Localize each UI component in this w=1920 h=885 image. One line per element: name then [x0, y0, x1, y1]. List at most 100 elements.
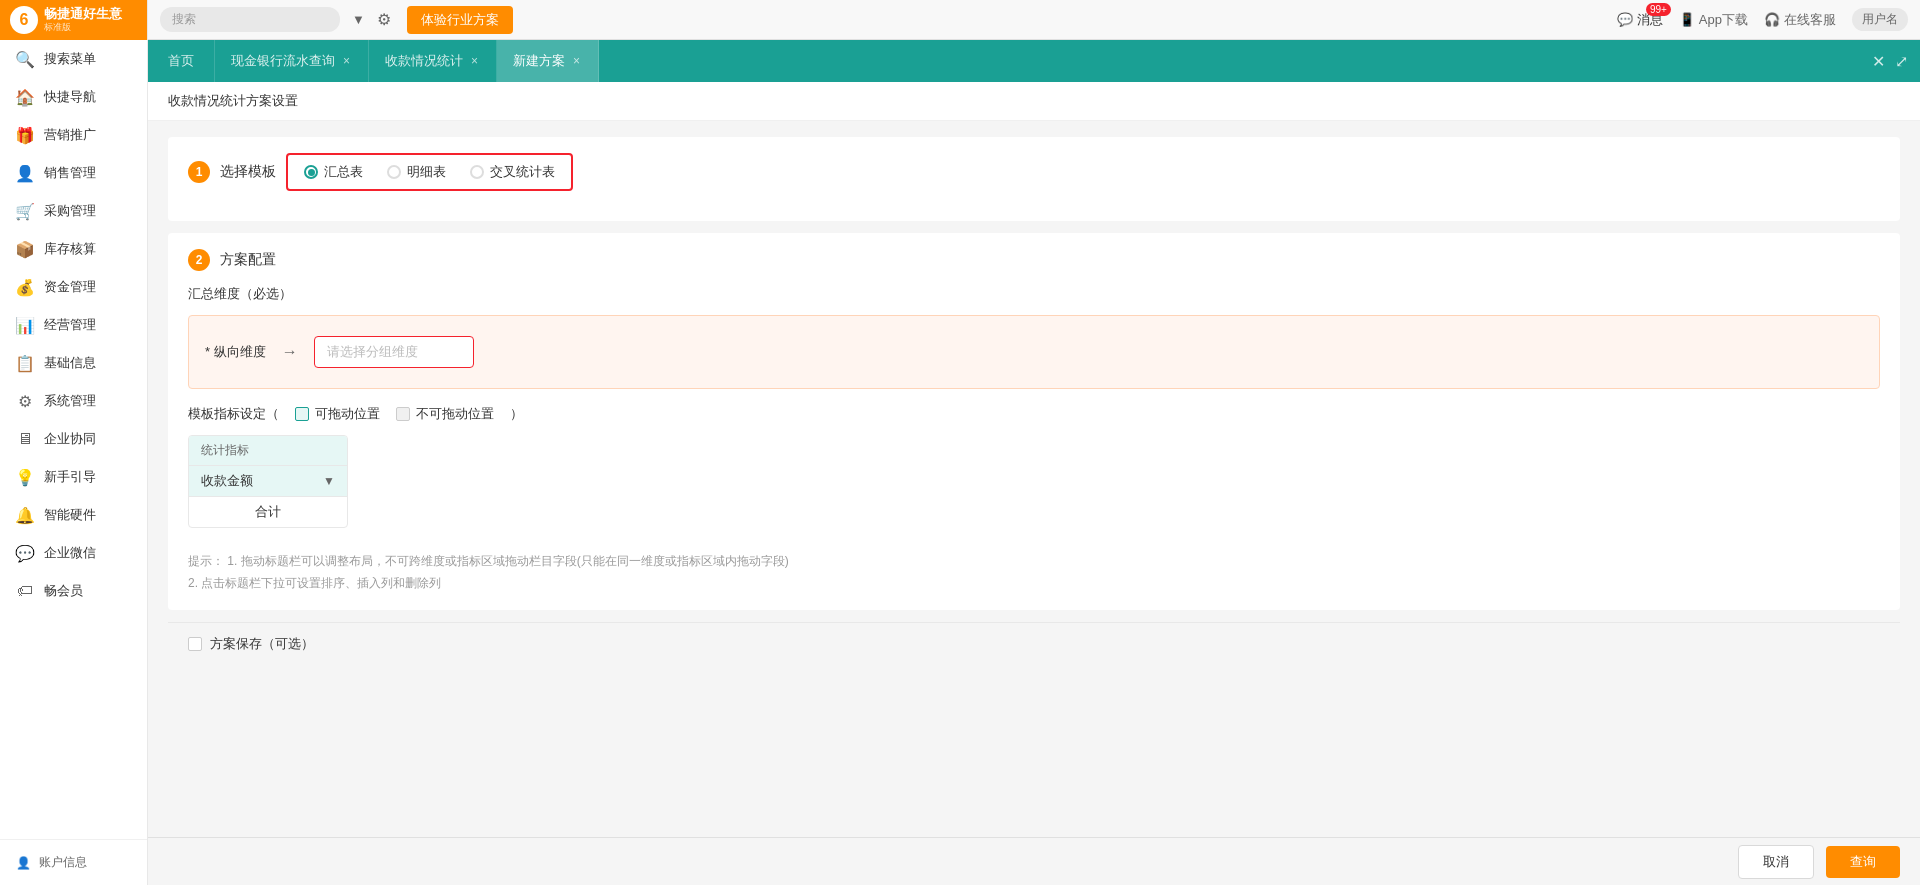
query-button[interactable]: 查询 [1826, 846, 1900, 878]
sidebar-logo: 6 畅捷通好生意 标准版 [0, 0, 147, 40]
tab-payment-stat[interactable]: 收款情况统计 × [369, 40, 497, 82]
dimension-label: 汇总维度（必选） [188, 285, 1880, 303]
sidebar-item-guide[interactable]: 💡 新手引导 [0, 458, 147, 496]
download-item[interactable]: 📱 App下载 [1679, 11, 1748, 29]
sidebar-item-label: 销售管理 [44, 164, 96, 182]
gift-icon: 🎁 [16, 126, 34, 144]
sidebar-footer: 👤 账户信息 [0, 839, 147, 885]
tip1: 1. 拖动标题栏可以调整布局，不可跨维度或指标区域拖动栏目字段(只能在同一维度或… [227, 554, 788, 568]
indicator-close: ） [510, 405, 523, 423]
sidebar-item-marketing[interactable]: 🎁 营销推广 [0, 116, 147, 154]
bell-icon: 🔔 [16, 506, 34, 524]
step2-title: 方案配置 [220, 251, 276, 269]
tab-new-plan[interactable]: 新建方案 × [497, 40, 599, 82]
sidebar-item-member[interactable]: 🏷 畅会员 [0, 572, 147, 610]
sidebar-item-purchase[interactable]: 🛒 采购管理 [0, 192, 147, 230]
sidebar-item-label: 企业协同 [44, 430, 96, 448]
step2-section: 2 方案配置 汇总维度（必选） * 纵向维度 → 请选择分组维度 模板指标设定（ [168, 233, 1900, 610]
tab-new-close-icon[interactable]: × [571, 52, 582, 70]
message-icon: 💬 [1617, 12, 1633, 27]
topbar-arrow-icon[interactable]: ▼ [352, 12, 365, 27]
legend-draggable-box [295, 407, 309, 421]
dimension-select[interactable]: 请选择分组维度 [314, 336, 474, 368]
tab-payment-label: 收款情况统计 [385, 52, 463, 70]
service-label: 在线客服 [1784, 11, 1836, 29]
content-area: 1 选择模板 汇总表 明细表 交叉统计表 [148, 121, 1920, 837]
legend-fixed: 不可拖动位置 [396, 405, 494, 423]
radio-detail-circle [387, 165, 401, 179]
legend-draggable: 可拖动位置 [295, 405, 380, 423]
step2-num: 2 [188, 249, 210, 271]
sidebar-footer-item[interactable]: 👤 账户信息 [0, 846, 147, 879]
sidebar-item-inventory[interactable]: 📦 库存核算 [0, 230, 147, 268]
tab-close-all-icon[interactable]: ✕ [1872, 52, 1885, 71]
tab-bank-close-icon[interactable]: × [341, 52, 352, 70]
sidebar-item-label: 系统管理 [44, 392, 96, 410]
tab-home[interactable]: 首页 [148, 40, 215, 82]
sidebar-item-nav[interactable]: 🏠 快捷导航 [0, 78, 147, 116]
logo-icon: 6 [10, 6, 38, 34]
save-checkbox[interactable] [188, 637, 202, 651]
tab-maximize-icon[interactable]: ⤢ [1895, 52, 1908, 71]
radio-summary[interactable]: 汇总表 [304, 163, 363, 181]
page-content: 收款情况统计方案设置 1 选择模板 汇总表 明细表 [148, 82, 1920, 885]
sidebar-item-finance[interactable]: 💰 资金管理 [0, 268, 147, 306]
sidebar: 6 畅捷通好生意 标准版 🔍 搜索菜单 🏠 快捷导航 🎁 营销推广 👤 销售管理… [0, 0, 148, 885]
sidebar-item-search[interactable]: 🔍 搜索菜单 [0, 40, 147, 78]
tab-bank-flow[interactable]: 现金银行流水查询 × [215, 40, 369, 82]
download-label: App下载 [1699, 11, 1748, 29]
user-area[interactable]: 用户名 [1852, 8, 1908, 31]
topbar-search: 搜索 [160, 7, 340, 32]
tab-payment-close-icon[interactable]: × [469, 52, 480, 70]
topbar-gear-icon[interactable]: ⚙ [377, 10, 391, 29]
legend-fixed-label: 不可拖动位置 [416, 405, 494, 423]
settings-icon: ⚙ [16, 392, 34, 410]
stat-chevron-icon: ▼ [323, 474, 335, 488]
stat-table-cell[interactable]: 收款金额 ▼ [189, 466, 347, 497]
stat-table: 统计指标 收款金额 ▼ 合计 [188, 435, 348, 528]
sidebar-item-label: 库存核算 [44, 240, 96, 258]
radio-detail[interactable]: 明细表 [387, 163, 446, 181]
stat-table-row: 合计 [189, 497, 347, 527]
chat-icon: 💬 [16, 544, 34, 562]
sidebar-item-label: 搜索菜单 [44, 50, 96, 68]
chart-icon: 📊 [16, 316, 34, 334]
indicator-settings: 模板指标设定（ 可拖动位置 不可拖动位置 ） 统计指标 [188, 405, 1880, 531]
sidebar-item-label: 企业微信 [44, 544, 96, 562]
user-icon: 👤 [16, 164, 34, 182]
radio-cross[interactable]: 交叉统计表 [470, 163, 555, 181]
industry-btn[interactable]: 体验行业方案 [407, 6, 513, 34]
dimension-row: * 纵向维度 → 请选择分组维度 [205, 336, 1863, 368]
topbar-right: 💬 消息 99+ 📱 App下载 🎧 在线客服 用户名 [1617, 8, 1908, 31]
sidebar-item-label: 基础信息 [44, 354, 96, 372]
indicator-header: 模板指标设定（ 可拖动位置 不可拖动位置 ） [188, 405, 1880, 423]
sidebar-item-basic[interactable]: 📋 基础信息 [0, 344, 147, 382]
sidebar-item-sales[interactable]: 👤 销售管理 [0, 154, 147, 192]
sidebar-item-enterprise[interactable]: 🖥 企业协同 [0, 420, 147, 458]
legend-draggable-label: 可拖动位置 [315, 405, 380, 423]
radio-summary-label: 汇总表 [324, 163, 363, 181]
step1-header: 1 选择模板 汇总表 明细表 交叉统计表 [188, 153, 1880, 191]
tips-row2: 2. 点击标题栏下拉可设置排序、插入列和删除列 [188, 573, 1880, 595]
page-header: 收款情况统计方案设置 [148, 82, 1920, 121]
tab-new-label: 新建方案 [513, 52, 565, 70]
stat-table-header: 统计指标 [189, 436, 347, 466]
cancel-button[interactable]: 取消 [1738, 845, 1814, 879]
sidebar-item-hardware[interactable]: 🔔 智能硬件 [0, 496, 147, 534]
tips-label: 提示： [188, 554, 224, 568]
money-icon: 💰 [16, 278, 34, 296]
tag-icon: 🏷 [16, 582, 34, 600]
logo-text: 畅捷通好生意 [44, 6, 122, 22]
sidebar-item-system[interactable]: ⚙ 系统管理 [0, 382, 147, 420]
box-icon: 📦 [16, 240, 34, 258]
service-item[interactable]: 🎧 在线客服 [1764, 11, 1836, 29]
sidebar-item-wechat[interactable]: 💬 企业微信 [0, 534, 147, 572]
sidebar-item-label: 经营管理 [44, 316, 96, 334]
radio-cross-circle [470, 165, 484, 179]
radio-cross-label: 交叉统计表 [490, 163, 555, 181]
tabbar: 首页 现金银行流水查询 × 收款情况统计 × 新建方案 × ✕ ⤢ [148, 40, 1920, 82]
notification-item[interactable]: 💬 消息 99+ [1617, 11, 1663, 29]
sidebar-item-label: 资金管理 [44, 278, 96, 296]
step2-header: 2 方案配置 [188, 249, 1880, 271]
sidebar-item-operation[interactable]: 📊 经营管理 [0, 306, 147, 344]
